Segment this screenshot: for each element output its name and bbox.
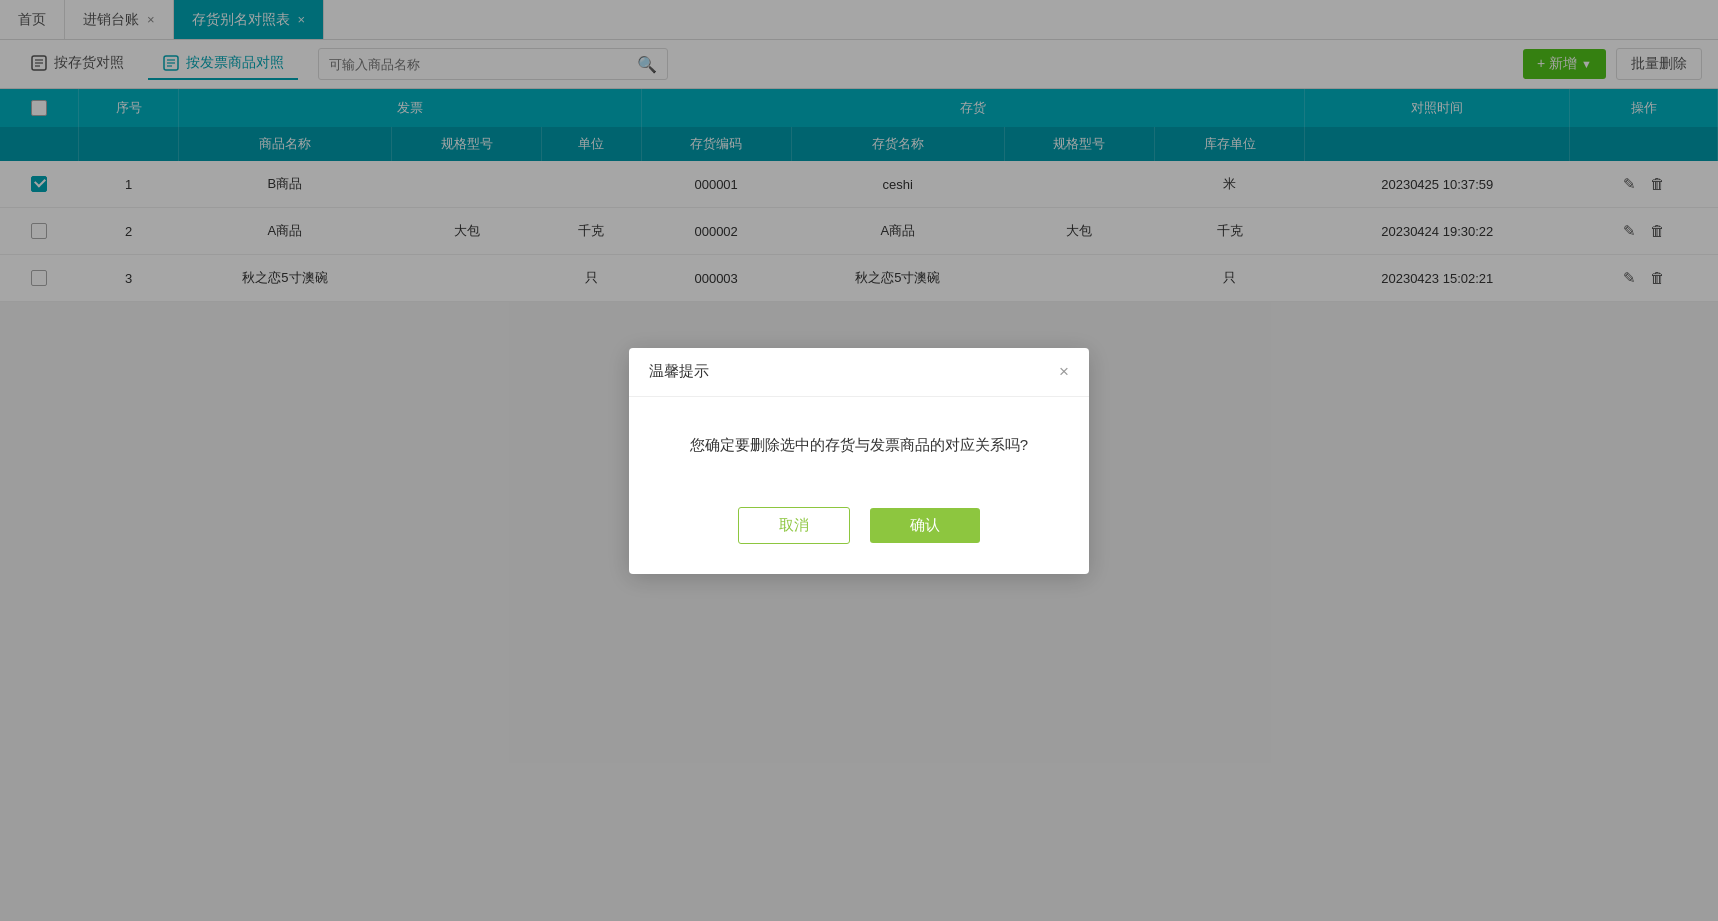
modal-overlay: 温馨提示 × 您确定要删除选中的存货与发票商品的对应关系吗? 取消 确认 xyxy=(0,0,1718,302)
